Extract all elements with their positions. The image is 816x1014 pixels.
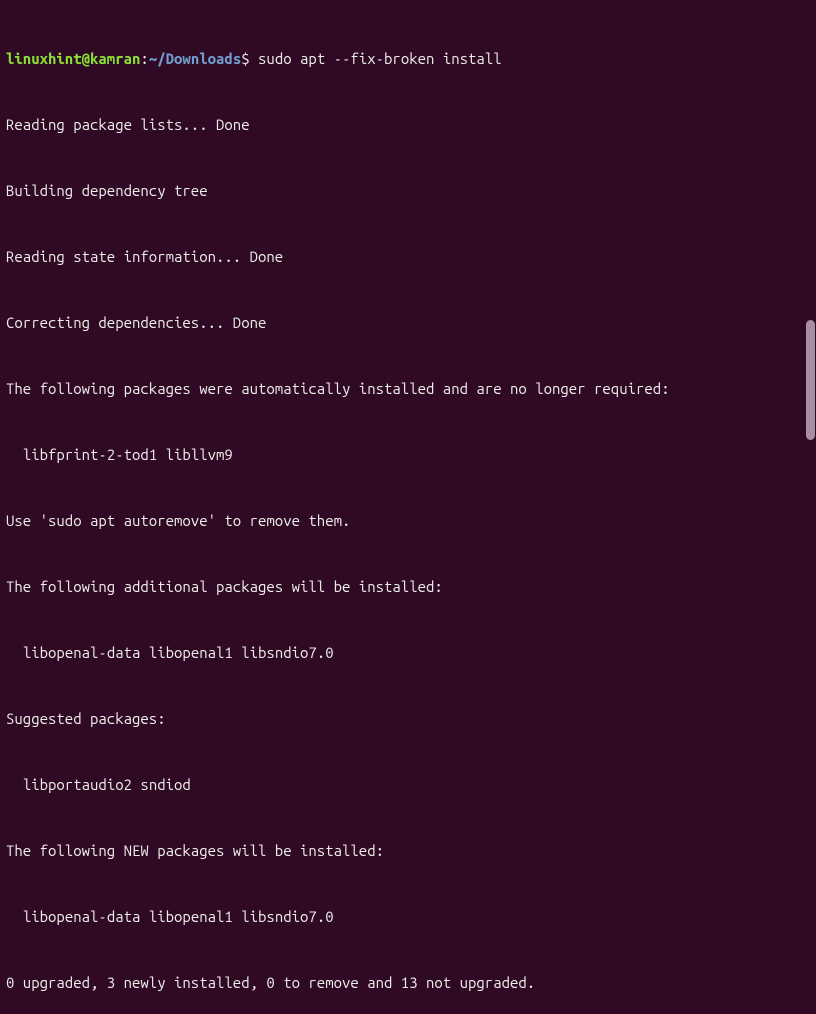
prompt-user-host: linuxhint@kamran bbox=[6, 50, 140, 67]
output-line: Use 'sudo apt autoremove' to remove them… bbox=[6, 510, 810, 532]
prompt-separator: : bbox=[140, 50, 148, 67]
output-line: 0 upgraded, 3 newly installed, 0 to remo… bbox=[6, 972, 810, 994]
output-line: The following packages were automaticall… bbox=[6, 378, 810, 400]
typed-command: sudo apt --fix-broken install bbox=[258, 50, 502, 67]
output-line: Reading package lists... Done bbox=[6, 114, 810, 136]
scrollbar-track[interactable] bbox=[803, 0, 815, 507]
output-line: Building dependency tree bbox=[6, 180, 810, 202]
output-line: Suggested packages: bbox=[6, 708, 810, 730]
output-line: libopenal-data libopenal1 libsndio7.0 bbox=[6, 642, 810, 664]
prompt-path: ~/Downloads bbox=[149, 50, 241, 67]
output-line: Correcting dependencies... Done bbox=[6, 312, 810, 334]
output-line: The following NEW packages will be insta… bbox=[6, 840, 810, 862]
prompt-symbol: $ bbox=[241, 50, 258, 67]
output-line: libopenal-data libopenal1 libsndio7.0 bbox=[6, 906, 810, 928]
scrollbar-thumb[interactable] bbox=[806, 320, 815, 440]
prompt-line: linuxhint@kamran:~/Downloads$ sudo apt -… bbox=[6, 48, 810, 70]
output-line: The following additional packages will b… bbox=[6, 576, 810, 598]
output-line: Reading state information... Done bbox=[6, 246, 810, 268]
terminal-window[interactable]: linuxhint@kamran:~/Downloads$ sudo apt -… bbox=[6, 4, 810, 1014]
output-line: libportaudio2 sndiod bbox=[6, 774, 810, 796]
output-line: libfprint-2-tod1 libllvm9 bbox=[6, 444, 810, 466]
